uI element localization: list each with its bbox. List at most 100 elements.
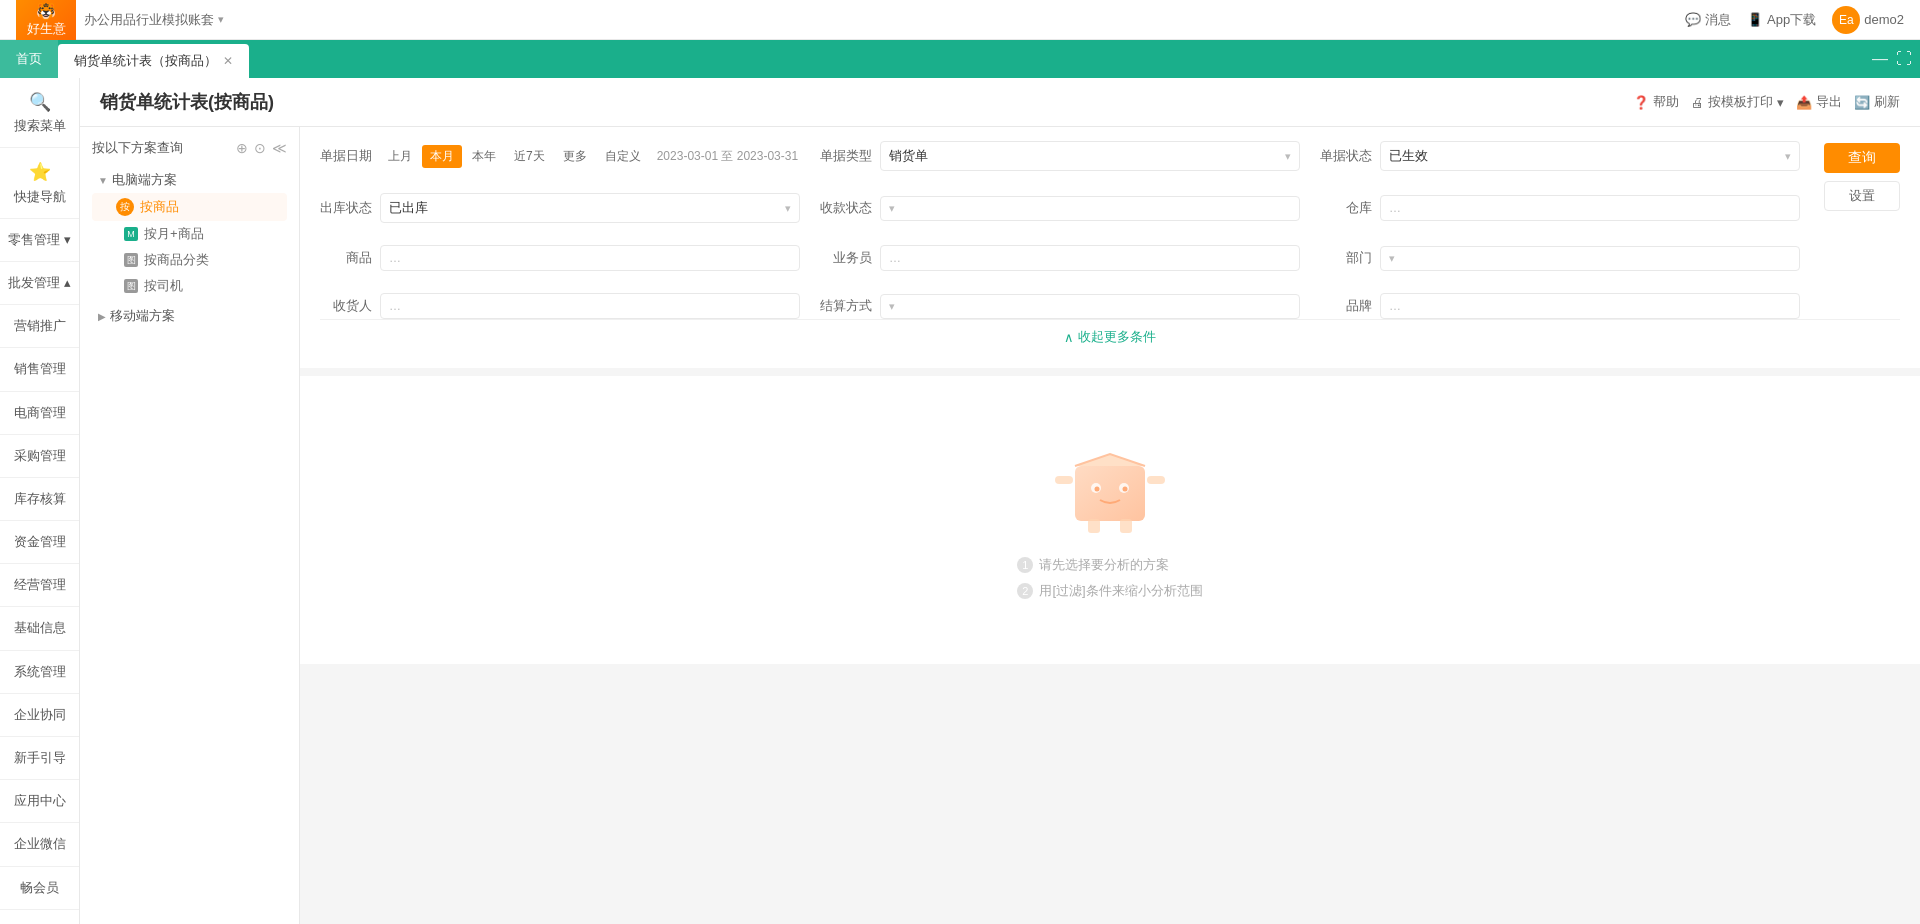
sidebar-item-enterprise-wechat[interactable]: 企业微信 xyxy=(0,823,79,866)
filter-dept-item: 部门 xyxy=(1320,246,1800,271)
app-download-btn[interactable]: 📱 App下载 xyxy=(1747,11,1816,29)
sidebar-item-marketing[interactable]: 营销推广 xyxy=(0,305,79,348)
receiver-input[interactable]: … xyxy=(380,293,800,319)
edit-scheme-btn[interactable]: ⊙ xyxy=(254,140,266,156)
help-label: 帮助 xyxy=(1653,93,1679,111)
page-title: 销货单统计表(按商品) xyxy=(100,90,274,126)
scheme-sub-item-month-goods[interactable]: M 按月+商品 xyxy=(92,221,287,247)
sidebar-item-vip[interactable]: 畅会员 xyxy=(0,867,79,910)
out-status-input[interactable]: 已出库 xyxy=(380,193,800,223)
tab-home[interactable]: 首页 xyxy=(0,40,58,78)
date-tab-last-month[interactable]: 上月 xyxy=(380,145,420,168)
retail-arrow: ▾ xyxy=(64,232,71,247)
purchase-label: 采购管理 xyxy=(14,448,66,463)
wholesale-label: 批发管理 xyxy=(8,275,60,290)
sidebar-item-search[interactable]: 🔍 搜索菜单 xyxy=(0,78,79,148)
sidebar-item-wholesale[interactable]: 批发管理 ▴ xyxy=(0,262,79,305)
sidebar-item-retail[interactable]: 零售管理 ▾ xyxy=(0,219,79,262)
tab-minimize-btn[interactable]: — xyxy=(1872,50,1888,68)
logo-icon: 🐯 xyxy=(36,2,56,21)
collect-status-input[interactable] xyxy=(880,196,1300,221)
sidebar-item-new-guide[interactable]: 新手引导 xyxy=(0,737,79,780)
sidebar-item-operations[interactable]: 经营管理 xyxy=(0,564,79,607)
sidebar-item-ecommerce[interactable]: 电商管理 xyxy=(0,392,79,435)
out-status-arrow xyxy=(785,202,791,215)
empty-illustration xyxy=(1050,436,1170,536)
action-col: 查询 设置 xyxy=(1808,141,1900,211)
scheme-group-pc-header[interactable]: ▼ 电脑端方案 xyxy=(92,167,287,193)
tab-home-label: 首页 xyxy=(16,50,42,68)
scheme-group-mobile-arrow: ▶ xyxy=(98,311,106,322)
date-tab-more[interactable]: 更多 xyxy=(555,145,595,168)
export-btn[interactable]: 📤 导出 xyxy=(1796,93,1842,111)
filter-area: 单据日期 上月 本月 本年 近7天 更多 自定义 xyxy=(300,127,1920,368)
message-btn[interactable]: 💬 消息 xyxy=(1685,11,1731,29)
warehouse-label: 仓库 xyxy=(1320,199,1380,217)
refresh-btn[interactable]: 🔄 刷新 xyxy=(1854,93,1900,111)
user-menu[interactable]: Ea demo2 xyxy=(1832,6,1904,34)
tip-text-2: 用[过滤]条件来缩小分析范围 xyxy=(1039,578,1202,604)
scheme-item-by-goods-label: 按商品 xyxy=(140,198,179,216)
sidebar-item-enterprise[interactable]: 企业协同 xyxy=(0,694,79,737)
sales-mgmt-label: 销售管理 xyxy=(14,361,66,376)
app-download-label: App下载 xyxy=(1767,11,1816,29)
sidebar-item-system[interactable]: 系统管理 xyxy=(0,651,79,694)
sidebar-item-quick-nav[interactable]: ⭐ 快捷导航 xyxy=(0,148,79,218)
sidebar-item-app-center[interactable]: 应用中心 xyxy=(0,780,79,823)
query-button[interactable]: 查询 xyxy=(1824,143,1900,173)
scheme-group-mobile: ▶ 移动端方案 xyxy=(92,303,287,329)
add-scheme-btn[interactable]: ⊕ xyxy=(236,140,248,156)
setting-button[interactable]: 设置 xyxy=(1824,181,1900,211)
collapse-panel-btn[interactable]: ≪ xyxy=(272,140,287,156)
empty-svg xyxy=(1050,436,1170,536)
tab-maximize-btn[interactable]: ⛶ xyxy=(1896,50,1912,68)
collect-status-arrow xyxy=(889,202,895,215)
goods-input[interactable]: … xyxy=(380,245,800,271)
scheme-sub-item-driver[interactable]: 图 按司机 xyxy=(92,273,287,299)
help-btn[interactable]: ❓ 帮助 xyxy=(1633,93,1679,111)
date-tab-custom[interactable]: 自定义 xyxy=(597,145,649,168)
app-center-label: 应用中心 xyxy=(14,793,66,808)
collapse-row[interactable]: ∧ 收起更多条件 xyxy=(320,319,1900,354)
filter-row-1: 单据日期 上月 本月 本年 近7天 更多 自定义 xyxy=(320,141,1800,171)
sidebar-item-inventory[interactable]: 库存核算 xyxy=(0,478,79,521)
sidebar-item-finance[interactable]: 资金管理 xyxy=(0,521,79,564)
tabbar-actions: — ⛶ xyxy=(1864,40,1920,78)
wholesale-arrow: ▴ xyxy=(64,275,71,290)
tab-close-btn[interactable]: ✕ xyxy=(223,54,233,68)
receiver-dots: … xyxy=(389,299,401,313)
refresh-label: 刷新 xyxy=(1874,93,1900,111)
dept-input[interactable] xyxy=(1380,246,1800,271)
sidebar-item-purchase[interactable]: 采购管理 xyxy=(0,435,79,478)
left-panel-title: 按以下方案查询 xyxy=(92,139,183,157)
print-btn[interactable]: 🖨 按模板打印 ▾ xyxy=(1691,93,1784,111)
refresh-icon: 🔄 xyxy=(1854,95,1870,110)
date-tab-7days[interactable]: 近7天 xyxy=(506,145,553,168)
tab-sales-report[interactable]: 销货单统计表（按商品） ✕ xyxy=(58,44,249,78)
payment-input[interactable] xyxy=(880,294,1300,319)
scheme-group-pc-arrow: ▼ xyxy=(98,175,108,186)
collect-status-label: 收款状态 xyxy=(820,199,880,217)
order-status-input[interactable]: 已生效 xyxy=(1380,141,1800,171)
scheme-sub-icon-3: 图 xyxy=(124,279,138,293)
ecommerce-label: 电商管理 xyxy=(14,405,66,420)
date-tab-this-month[interactable]: 本月 xyxy=(422,145,462,168)
filter-date-item: 单据日期 上月 本月 本年 近7天 更多 自定义 xyxy=(320,145,800,168)
system-label: 系统管理 xyxy=(14,664,66,679)
tab-sales-report-label: 销货单统计表（按商品） xyxy=(74,52,217,70)
order-type-input[interactable]: 销货单 xyxy=(880,141,1300,171)
sidebar-item-base-info[interactable]: 基础信息 xyxy=(0,607,79,650)
scheme-item-by-goods[interactable]: 按 按商品 xyxy=(92,193,287,221)
date-tab-this-year[interactable]: 本年 xyxy=(464,145,504,168)
brand-input[interactable]: … xyxy=(1380,293,1800,319)
sidebar-item-sales-mgmt[interactable]: 销售管理 xyxy=(0,348,79,391)
filter-brand-item: 品牌 … xyxy=(1320,293,1800,319)
print-label: 按模板打印 xyxy=(1708,93,1773,111)
staff-input[interactable]: … xyxy=(880,245,1300,271)
base-info-label: 基础信息 xyxy=(14,620,66,635)
scheme-group-mobile-header[interactable]: ▶ 移动端方案 xyxy=(92,303,287,329)
warehouse-input[interactable]: … xyxy=(1380,195,1800,221)
export-label: 导出 xyxy=(1816,93,1842,111)
scheme-sub-item-goods-cat[interactable]: 图 按商品分类 xyxy=(92,247,287,273)
app-title-dropdown[interactable]: 办公用品行业模拟账套 ▾ xyxy=(84,11,224,29)
